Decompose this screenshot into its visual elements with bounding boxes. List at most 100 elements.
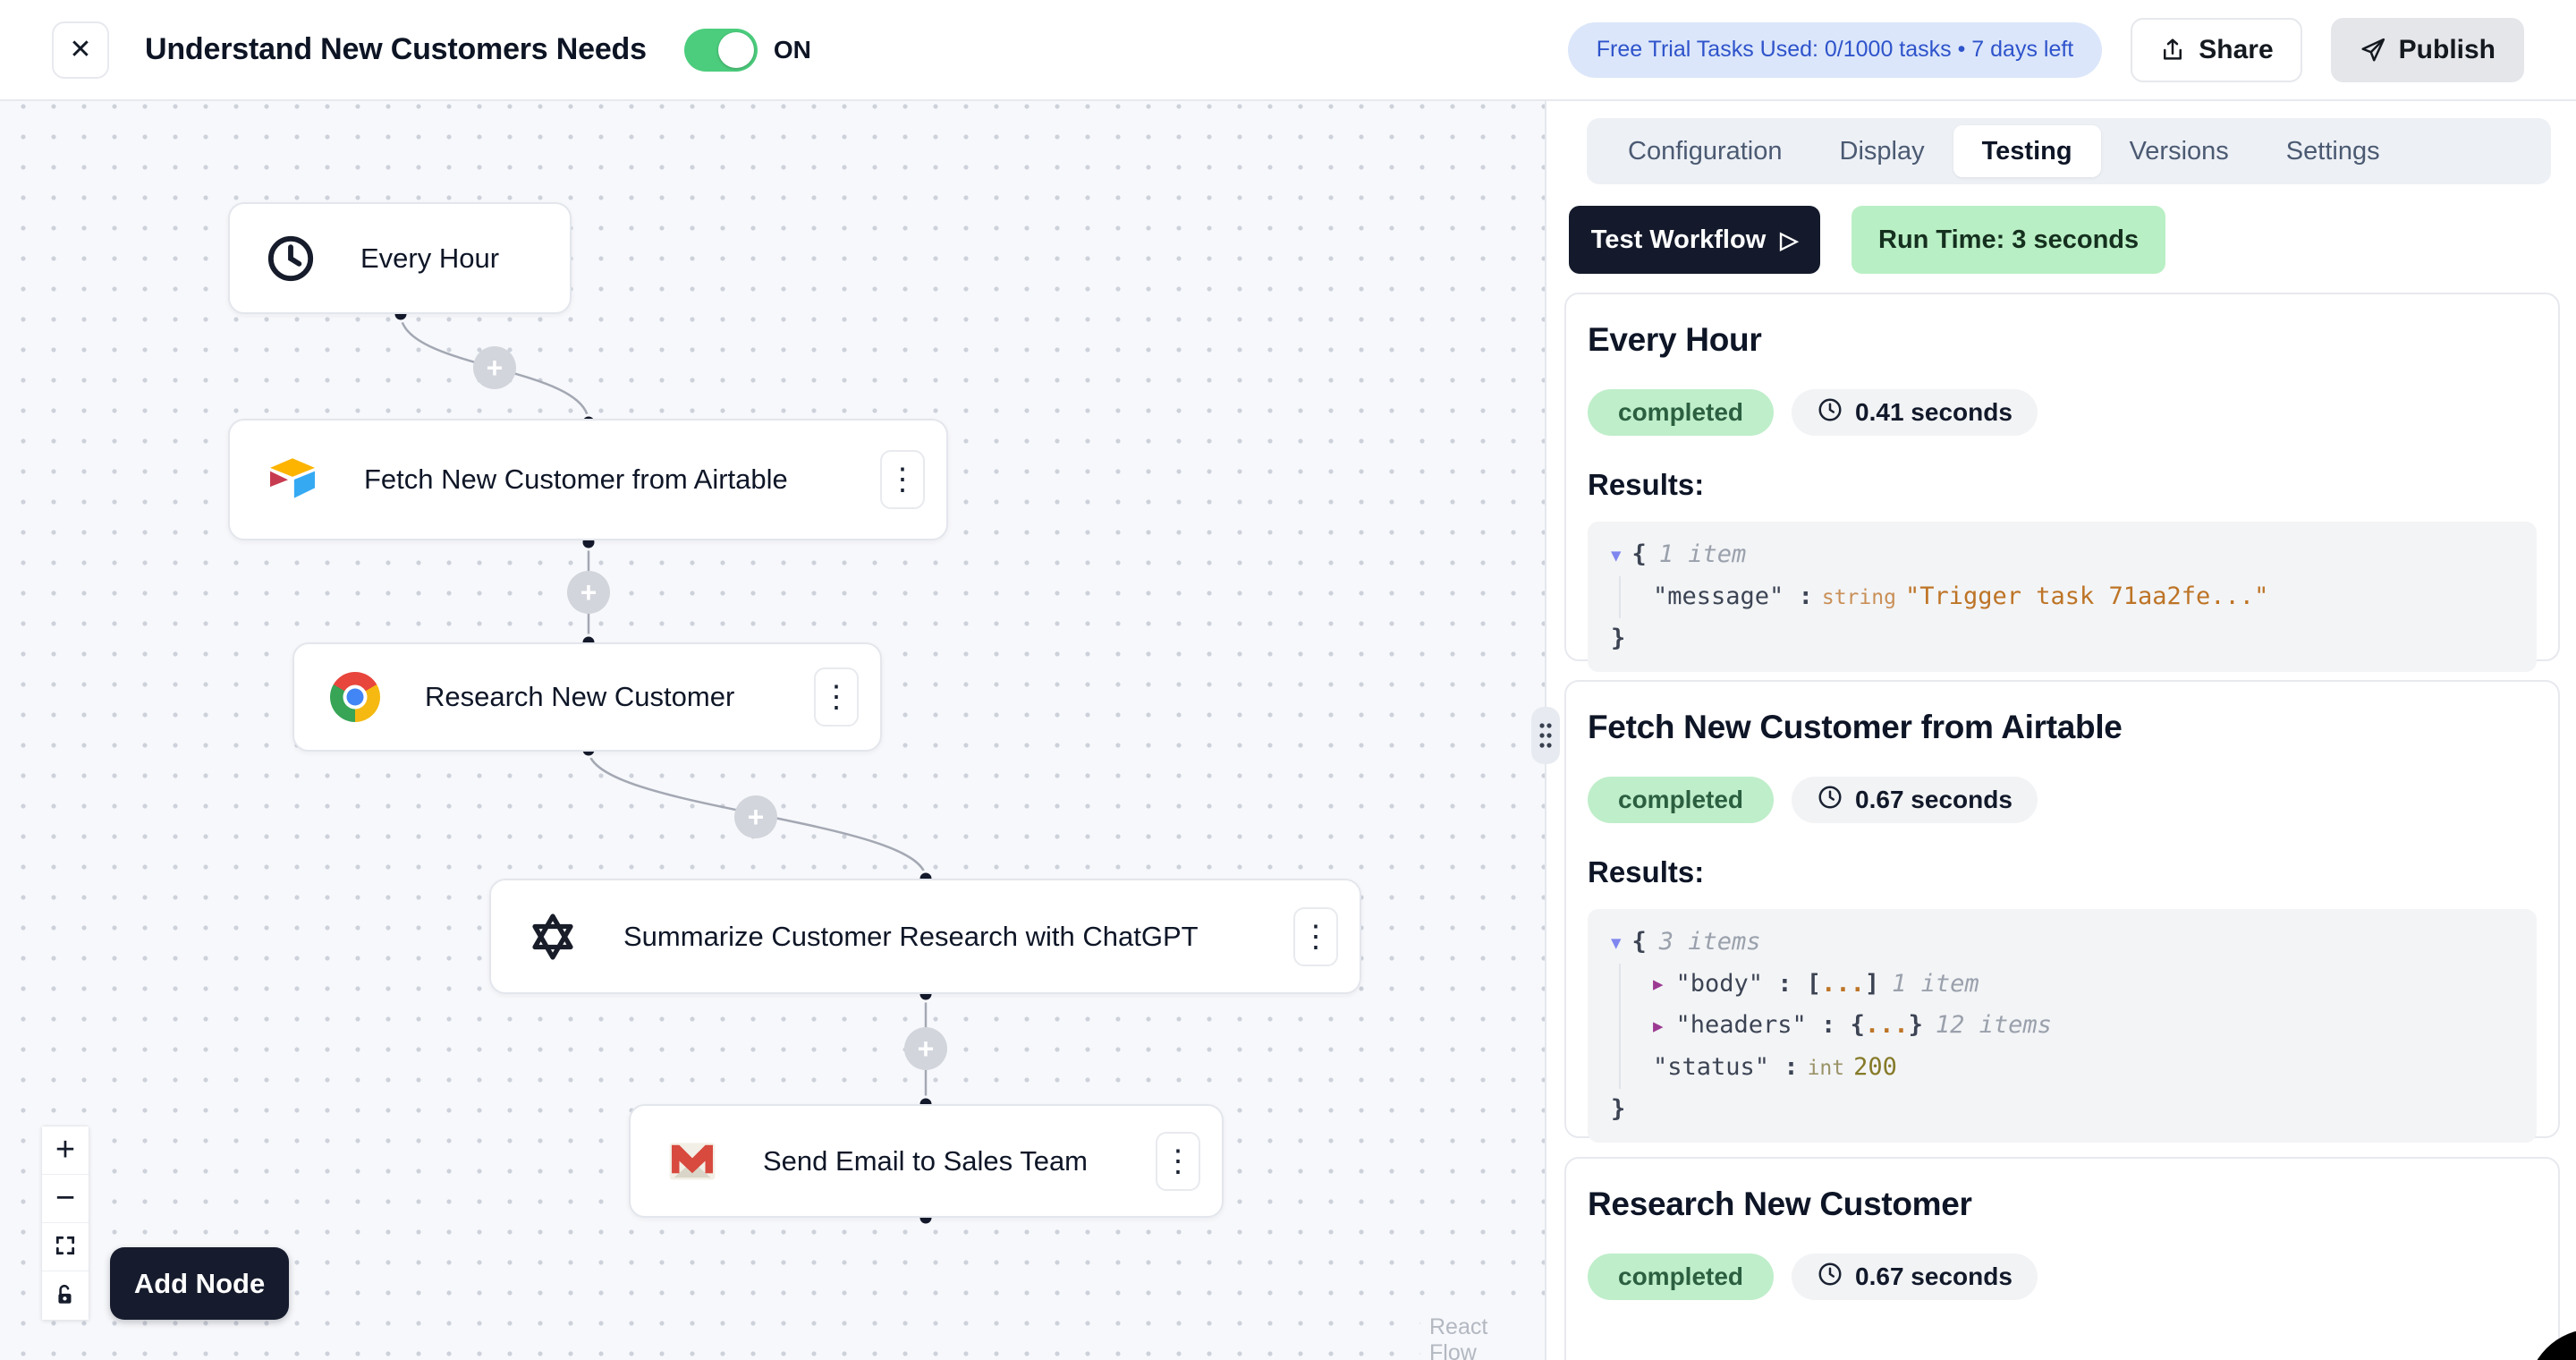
topbar-actions: Free Trial Tasks Used: 0/1000 tasks • 7 … — [1567, 17, 2524, 82]
clock-icon — [1817, 784, 1843, 817]
canvas-controls: + − — [41, 1126, 89, 1321]
node-label: Fetch New Customer from Airtable — [364, 463, 788, 495]
gmail-icon — [666, 1135, 718, 1187]
status-badge: completed — [1588, 1254, 1775, 1300]
results-label: Results: — [1588, 855, 1705, 888]
json-row: "message" : string "Trigger task 71aa2fe..… — [1653, 582, 2269, 610]
grip-dots-icon — [1539, 723, 1552, 748]
kebab-icon: ⋮ — [1163, 1143, 1193, 1178]
result-card-fetch-airtable: Fetch New Customer from Airtable complet… — [1564, 680, 2560, 1143]
zoom-out-button[interactable]: − — [42, 1175, 89, 1223]
expand-arrow-icon[interactable]: ▶ — [1653, 1016, 1663, 1036]
json-row: ▶ "body" : [...] 1 item — [1653, 969, 1979, 998]
json-children: ▶ "body" : [...] 1 item ▶ "headers" : {...}… — [1619, 963, 2513, 1089]
zoom-in-button[interactable]: + — [42, 1126, 89, 1175]
clock-icon — [266, 234, 316, 284]
node-menu-button[interactable]: ⋮ — [814, 667, 859, 727]
tab-versions[interactable]: Versions — [2101, 125, 2258, 177]
insert-node-button[interactable]: + — [567, 571, 610, 614]
kebab-icon: ⋮ — [1301, 919, 1331, 954]
node-label: Research New Customer — [425, 681, 735, 712]
duration-badge: 0.67 seconds — [1792, 777, 2038, 823]
publish-button[interactable]: Publish — [2330, 17, 2524, 82]
tab-configuration[interactable]: Configuration — [1599, 125, 1811, 177]
trial-usage-badge: Free Trial Tasks Used: 0/1000 tasks • 7 … — [1567, 21, 2103, 78]
toggle-state-label: ON — [773, 35, 811, 64]
kebab-icon: ⋮ — [887, 463, 918, 497]
collapse-arrow-icon[interactable]: ▼ — [1611, 933, 1621, 953]
node-label: Summarize Customer Research with ChatGPT — [623, 920, 1199, 952]
share-button[interactable]: Share — [2131, 17, 2302, 82]
node-send-email[interactable]: Send Email to Sales Team ⋮ — [629, 1104, 1224, 1218]
expand-arrow-icon[interactable]: ▶ — [1653, 974, 1663, 994]
share-label: Share — [2199, 34, 2274, 64]
status-row: completed 0.67 seconds — [1588, 1254, 2537, 1300]
workflow-title: Understand New Customers Needs — [145, 32, 647, 66]
react-flow-attribution[interactable]: React Flow — [1420, 1311, 1545, 1360]
plus-icon: + — [747, 801, 765, 833]
node-menu-button[interactable]: ⋮ — [880, 450, 925, 509]
status-badge: completed — [1588, 777, 1775, 823]
inspector-panel: Configuration Display Testing Versions S… — [1546, 101, 2576, 1360]
result-card-every-hour: Every Hour completed 0.41 seconds Result… — [1564, 293, 2560, 672]
node-every-hour[interactable]: Every Hour — [228, 202, 572, 314]
workflow-enabled-toggle[interactable] — [683, 28, 758, 72]
lock-button[interactable] — [42, 1271, 89, 1320]
add-node-button[interactable]: Add Node — [110, 1247, 289, 1320]
tab-settings[interactable]: Settings — [2258, 125, 2409, 177]
json-root-line: ▼{3 items — [1611, 928, 1761, 956]
status-row: completed 0.67 seconds — [1588, 777, 2537, 823]
node-menu-button[interactable]: ⋮ — [1293, 906, 1338, 966]
card-title: Fetch New Customer from Airtable — [1588, 709, 2123, 745]
toggle-knob — [717, 31, 754, 68]
json-row: "status" : int 200 — [1653, 1052, 1897, 1081]
publish-icon — [2360, 37, 2386, 64]
status-row: completed 0.41 seconds — [1588, 389, 2537, 436]
node-menu-button[interactable]: ⋮ — [1156, 1131, 1200, 1191]
airtable-icon — [266, 453, 319, 506]
plus-icon: + — [55, 1131, 76, 1169]
plus-icon: + — [917, 1033, 935, 1065]
node-fetch-airtable[interactable]: Fetch New Customer from Airtable ⋮ — [228, 419, 948, 540]
clock-icon — [1817, 396, 1843, 429]
duration-label: 0.41 seconds — [1855, 398, 2012, 426]
clock-icon — [1817, 1261, 1843, 1294]
openai-icon — [527, 911, 579, 963]
results-label: Results: — [1588, 468, 1705, 501]
kebab-icon: ⋮ — [821, 680, 852, 714]
fit-view-button[interactable] — [42, 1223, 89, 1271]
share-icon — [2159, 37, 2186, 64]
insert-node-button[interactable]: + — [904, 1027, 947, 1070]
json-children: "message" : string "Trigger task 71aa2fe..… — [1619, 575, 2513, 618]
insert-node-button[interactable]: + — [734, 795, 777, 838]
status-badge: completed — [1588, 389, 1775, 436]
plus-icon: + — [486, 352, 504, 384]
publish-label: Publish — [2398, 34, 2496, 64]
json-close-line: } — [1611, 624, 1626, 652]
results-json-viewer: ▼{3 items ▶ "body" : [...] 1 item ▶ "header… — [1588, 909, 2537, 1143]
node-research-customer[interactable]: Research New Customer ⋮ — [292, 642, 882, 752]
card-title: Research New Customer — [1588, 1186, 1972, 1222]
insert-node-button[interactable]: + — [473, 346, 516, 389]
test-workflow-button[interactable]: Test Workflow ▷ — [1569, 206, 1820, 274]
panel-resize-handle[interactable] — [1531, 707, 1560, 764]
run-time-badge: Run Time: 3 seconds — [1852, 206, 2166, 274]
node-summarize-chatgpt[interactable]: Summarize Customer Research with ChatGPT… — [489, 879, 1361, 994]
close-button[interactable]: ✕ — [52, 21, 109, 79]
tab-display[interactable]: Display — [1811, 125, 1953, 177]
workflow-canvas[interactable]: + + + + Every Hour Fetch New Customer fr… — [0, 101, 1545, 1360]
collapse-arrow-icon[interactable]: ▼ — [1611, 546, 1621, 565]
duration-badge: 0.67 seconds — [1792, 1254, 2038, 1300]
test-workflow-label: Test Workflow — [1590, 225, 1767, 254]
panel-tabs: Configuration Display Testing Versions S… — [1587, 118, 2551, 184]
duration-label: 0.67 seconds — [1855, 786, 2012, 813]
json-row: ▶ "headers" : {...} 12 items — [1653, 1011, 2052, 1039]
unlock-icon — [54, 1277, 77, 1315]
node-label: Send Email to Sales Team — [763, 1144, 1089, 1177]
tab-testing[interactable]: Testing — [1953, 125, 2101, 177]
results-json-viewer: ▼{1 item "message" : string "Trigger task … — [1588, 522, 2537, 672]
close-icon: ✕ — [69, 35, 92, 64]
minus-icon: − — [55, 1179, 76, 1217]
json-root-line: ▼{1 item — [1611, 540, 1747, 568]
plus-icon: + — [580, 576, 597, 608]
